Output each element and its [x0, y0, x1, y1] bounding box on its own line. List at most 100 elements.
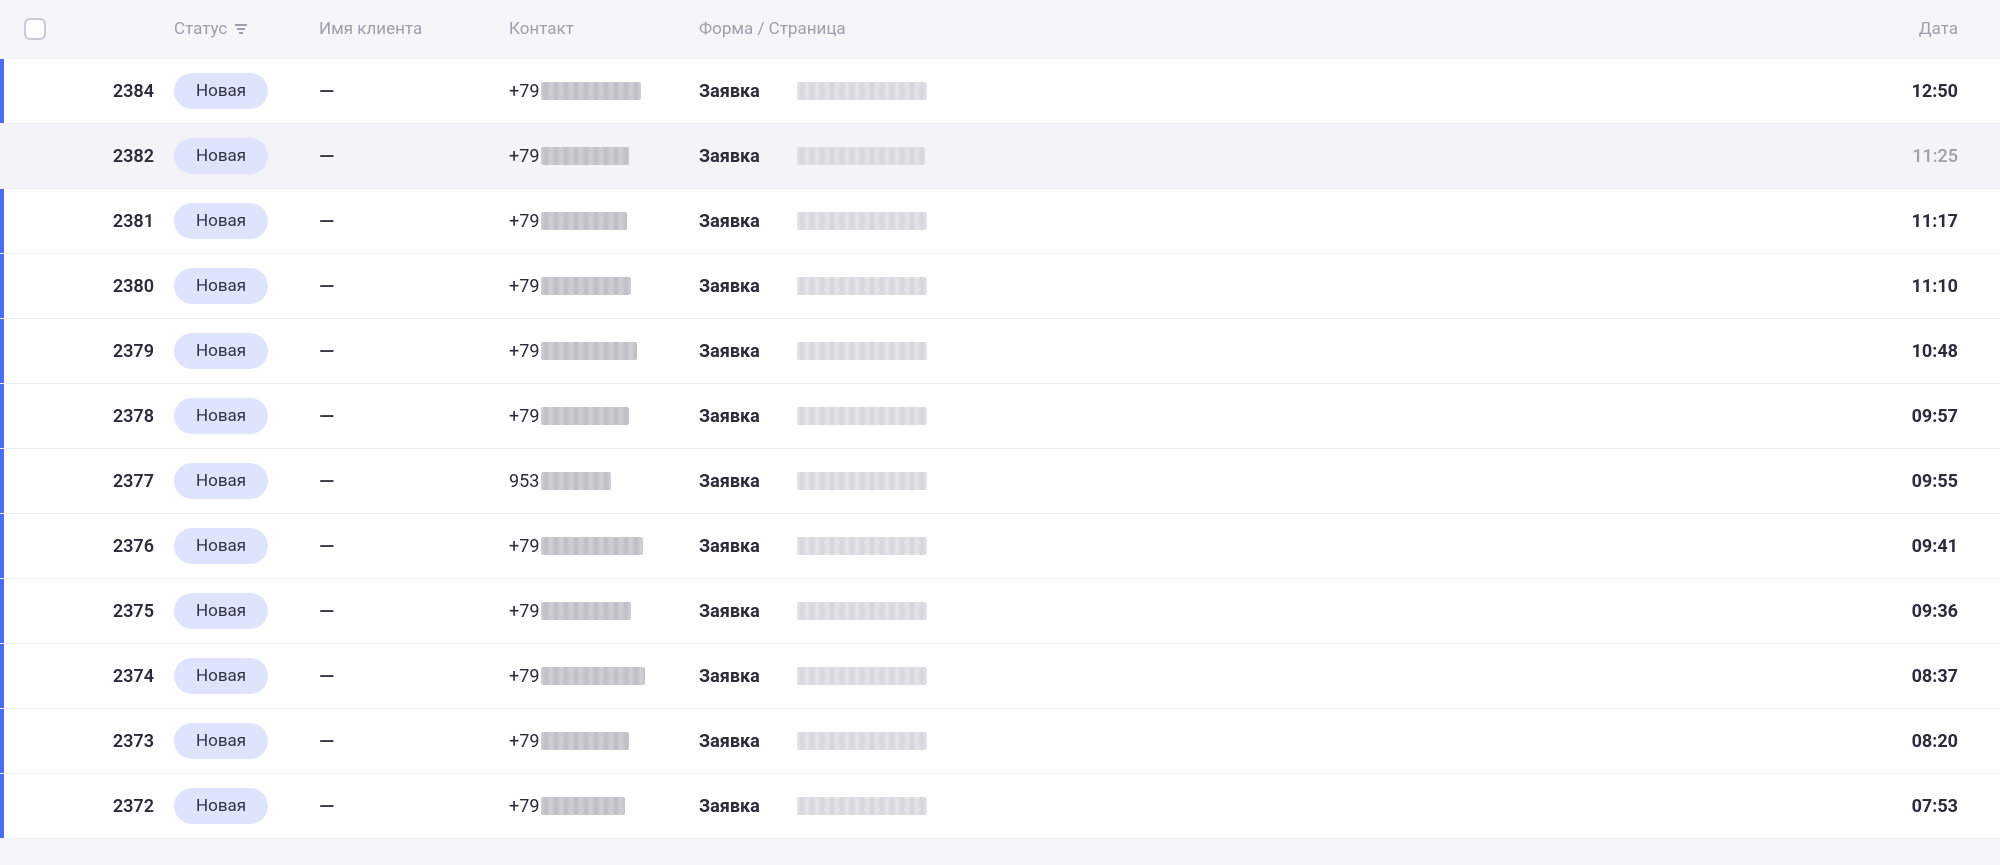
table-row[interactable]: 2376Новая—+79Заявка09:41	[0, 514, 2000, 579]
table-row[interactable]: 2380Новая—+79Заявка11:10	[0, 254, 2000, 319]
header-form-page[interactable]: Форма / Страница	[699, 19, 1519, 39]
header-form-page-label: Форма / Страница	[699, 19, 846, 39]
redacted-contact	[541, 732, 629, 750]
contact-prefix: +79	[509, 731, 539, 752]
filter-icon[interactable]	[233, 21, 249, 37]
row-date-cell: 07:53	[1519, 796, 1976, 817]
contact-prefix: +79	[509, 81, 539, 102]
status-badge[interactable]: Новая	[174, 463, 268, 499]
row-id-cell: 2381	[74, 211, 174, 232]
status-badge[interactable]: Новая	[174, 658, 268, 694]
header-client-name[interactable]: Имя клиента	[319, 19, 509, 39]
row-time: 09:55	[1912, 471, 1958, 492]
status-badge[interactable]: Новая	[174, 268, 268, 304]
row-name-cell: —	[319, 79, 509, 103]
row-id-cell: 2380	[74, 276, 174, 297]
client-name-empty: —	[319, 534, 334, 558]
header-date[interactable]: Дата	[1519, 19, 1976, 39]
table-row[interactable]: 2378Новая—+79Заявка09:57	[0, 384, 2000, 449]
row-time: 10:48	[1912, 341, 1958, 362]
redacted-contact	[541, 537, 643, 555]
row-id: 2384	[113, 81, 154, 102]
header-contact-label: Контакт	[509, 19, 574, 39]
form-label: Заявка	[699, 536, 769, 557]
row-name-cell: —	[319, 534, 509, 558]
redacted-contact	[541, 407, 629, 425]
row-id-cell: 2374	[74, 666, 174, 687]
redacted-page	[797, 667, 927, 685]
status-badge[interactable]: Новая	[174, 138, 268, 174]
table-row[interactable]: 2384 Новая — +79 Заявка 12:50	[0, 59, 2000, 124]
redacted-contact	[541, 212, 627, 230]
leads-table: Статус Имя клиента Контакт Форма / Стран…	[0, 0, 2000, 839]
row-name-cell: —	[319, 209, 509, 233]
table-row[interactable]: 2374Новая—+79Заявка08:37	[0, 644, 2000, 709]
row-contact-cell: +79	[509, 601, 699, 622]
row-date-cell: 11:17	[1519, 211, 1976, 232]
row-status-cell: Новая	[174, 723, 319, 759]
row-form-cell: Заявка	[699, 796, 1519, 817]
table-row[interactable]: 2377Новая—953Заявка09:55	[0, 449, 2000, 514]
row-id: 2377	[113, 471, 154, 492]
row-time: 11:25	[1912, 146, 1958, 167]
row-status-cell: Новая	[174, 73, 319, 109]
row-time: 11:10	[1912, 276, 1958, 297]
row-time: 12:50	[1912, 81, 1958, 102]
row-time: 08:37	[1912, 666, 1958, 687]
status-badge[interactable]: Новая	[174, 73, 268, 109]
contact-prefix: +79	[509, 666, 539, 687]
contact-prefix: 953	[509, 471, 539, 492]
row-form-cell: Заявка	[699, 211, 1519, 232]
row-form-cell: Заявка	[699, 536, 1519, 557]
table-row[interactable]: 2381Новая—+79Заявка11:17	[0, 189, 2000, 254]
redacted-page	[797, 212, 927, 230]
row-id: 2374	[113, 666, 154, 687]
row-name-cell: —	[319, 599, 509, 623]
row-time: 11:17	[1912, 211, 1958, 232]
form-label: Заявка	[699, 341, 769, 362]
form-label: Заявка	[699, 601, 769, 622]
contact-prefix: +79	[509, 341, 539, 362]
header-contact[interactable]: Контакт	[509, 19, 699, 39]
row-name-cell: —	[319, 729, 509, 753]
table-row[interactable]: 2375Новая—+79Заявка09:36	[0, 579, 2000, 644]
redacted-contact	[541, 472, 611, 490]
form-label: Заявка	[699, 81, 769, 102]
row-name-cell: —	[319, 794, 509, 818]
row-date-cell: 09:57	[1519, 406, 1976, 427]
table-body: 2384Новая—+79Заявка12:502382Новая—+79Зая…	[0, 59, 2000, 839]
row-time: 09:41	[1912, 536, 1958, 557]
client-name-empty: —	[319, 339, 334, 363]
status-badge[interactable]: Новая	[174, 723, 268, 759]
client-name-empty: —	[319, 79, 334, 103]
redacted-contact	[541, 797, 625, 815]
status-badge[interactable]: Новая	[174, 203, 268, 239]
client-name-empty: —	[319, 729, 334, 753]
row-contact-cell: +79	[509, 406, 699, 427]
status-badge[interactable]: Новая	[174, 788, 268, 824]
table-row[interactable]: 2382Новая—+79Заявка11:25	[0, 124, 2000, 189]
status-badge[interactable]: Новая	[174, 333, 268, 369]
redacted-page	[797, 342, 927, 360]
client-name-empty: —	[319, 209, 334, 233]
row-date-cell: 08:37	[1519, 666, 1976, 687]
row-status-cell: Новая	[174, 398, 319, 434]
row-id: 2372	[113, 796, 154, 817]
status-badge[interactable]: Новая	[174, 593, 268, 629]
row-id-cell: 2384	[74, 81, 174, 102]
row-id: 2378	[113, 406, 154, 427]
select-all-checkbox[interactable]	[24, 18, 46, 40]
table-row[interactable]: 2379Новая—+79Заявка10:48	[0, 319, 2000, 384]
table-row[interactable]: 2373Новая—+79Заявка08:20	[0, 709, 2000, 774]
row-id: 2375	[113, 601, 154, 622]
redacted-contact	[541, 147, 629, 165]
row-name-cell: —	[319, 339, 509, 363]
status-badge[interactable]: Новая	[174, 528, 268, 564]
row-time: 09:57	[1912, 406, 1958, 427]
row-id-cell: 2375	[74, 601, 174, 622]
contact-prefix: +79	[509, 146, 539, 167]
status-badge[interactable]: Новая	[174, 398, 268, 434]
table-row[interactable]: 2372Новая—+79Заявка07:53	[0, 774, 2000, 839]
row-id: 2380	[113, 276, 154, 297]
header-status[interactable]: Статус	[174, 19, 319, 39]
